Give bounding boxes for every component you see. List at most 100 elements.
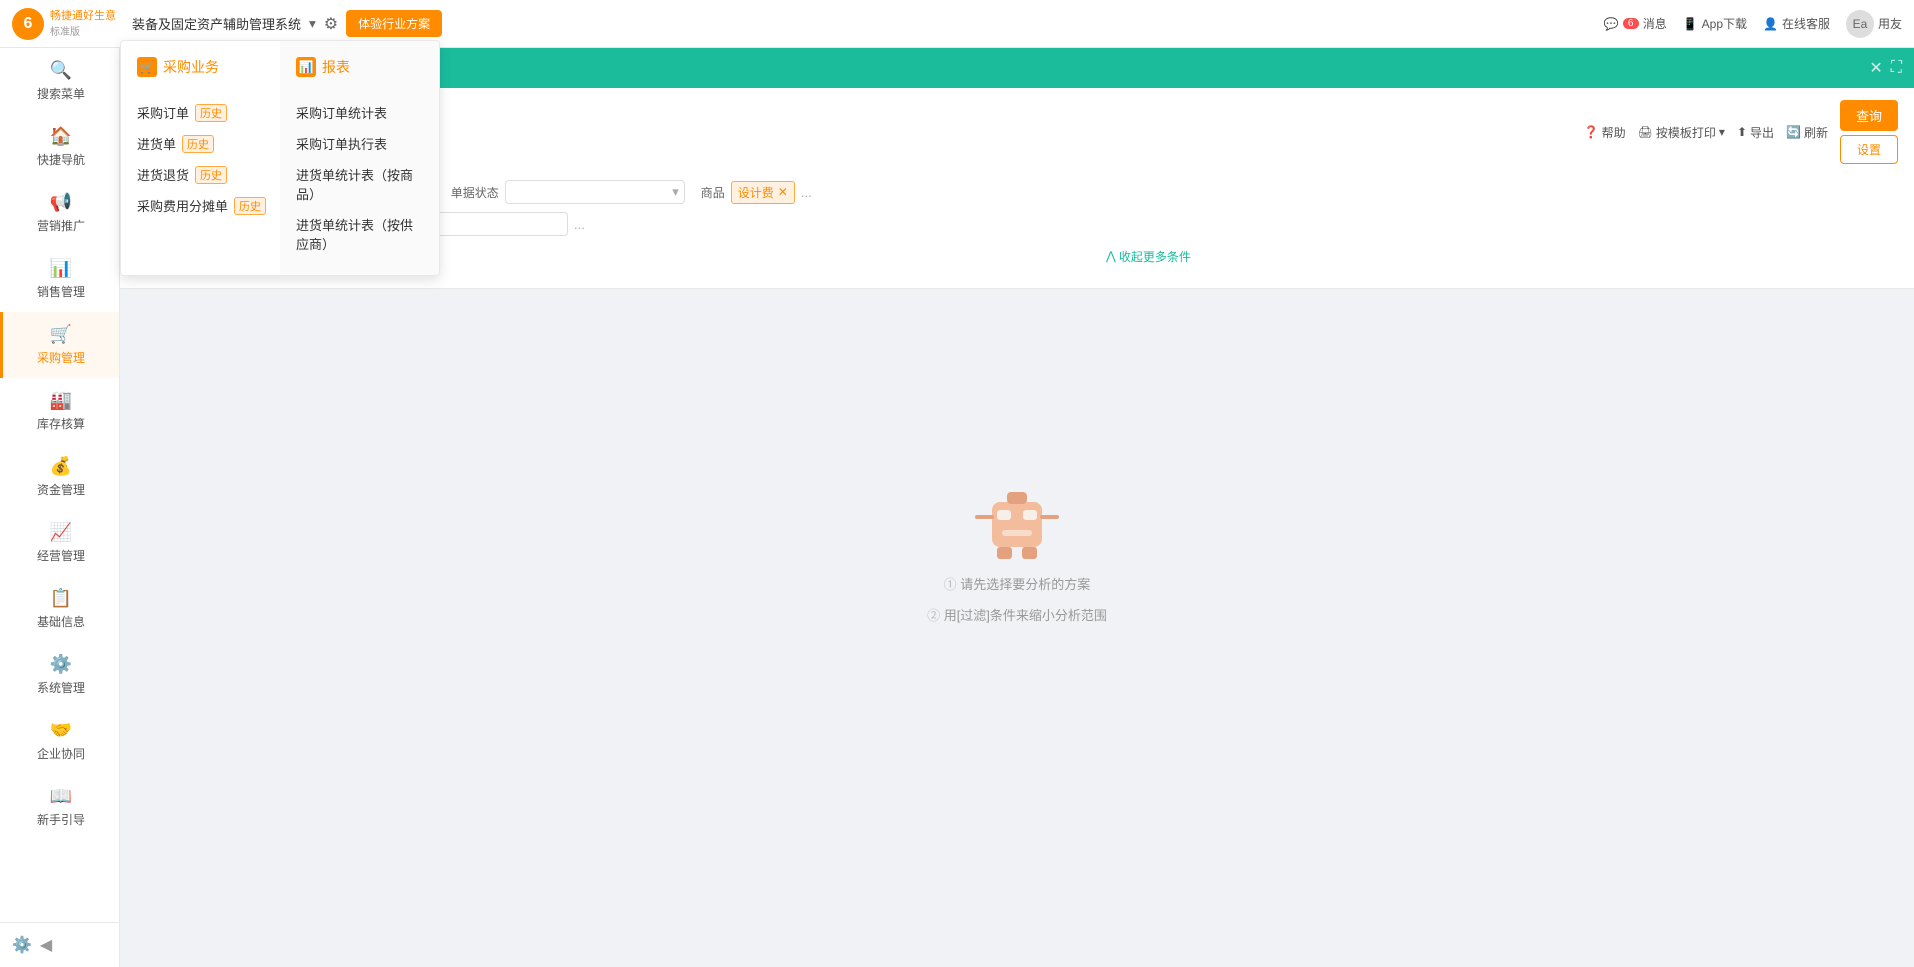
empty-state: ① 请先选择要分析的方案 ② 用[过滤]条件来缩小分析范围: [120, 289, 1914, 816]
purchase-expense-label: 采购费用分摊单: [137, 196, 228, 215]
sidebar-item-marketing[interactable]: 📢 营销推广: [0, 180, 119, 246]
staff-dots[interactable]: ...: [574, 217, 585, 232]
sidebar-item-guide[interactable]: 📖 新手引导: [0, 774, 119, 840]
goods-report-supplier-label: 进货单统计表（按供应商）: [296, 215, 423, 253]
dropdown-goods-report-by-supplier[interactable]: 进货单统计表（按供应商）: [296, 209, 423, 259]
goods-return-label: 进货退货: [137, 165, 189, 184]
sidebar-item-basic[interactable]: 📋 基础信息: [0, 576, 119, 642]
header-right: 💬 6 消息 📱 App下载 👤 在线客服 Ea 用友: [1604, 10, 1902, 38]
sidebar-label-cooperation: 企业协同: [37, 745, 85, 762]
online-service-btn[interactable]: 👤 在线客服: [1763, 15, 1830, 32]
refresh-icon: 🔄: [1786, 125, 1801, 139]
export-icon: ⬆: [1737, 125, 1747, 139]
goods-tag-close[interactable]: ✕: [778, 185, 788, 199]
finance-icon: 💰: [50, 456, 72, 477]
user-label: 用友: [1878, 15, 1902, 32]
dropdown-right-col: 📊 报表 采购订单统计表 采购订单执行表 进货单统计表（按商品） 进货单统计表（…: [280, 41, 439, 275]
refresh-btn[interactable]: 🔄 刷新: [1786, 124, 1828, 141]
message-icon: 💬: [1604, 17, 1619, 31]
settings-small-btn[interactable]: 设置: [1840, 135, 1898, 164]
purchase-order-exec-label: 采购订单执行表: [296, 134, 387, 153]
sidebar-label-purchase: 采购管理: [37, 349, 85, 366]
avatar: Ea: [1846, 10, 1874, 38]
header-center: 装备及固定资产辅助管理系统 ▾ ⚙ 体验行业方案: [132, 10, 1604, 37]
query-btn[interactable]: 查询: [1840, 100, 1898, 131]
online-service-label: 在线客服: [1782, 15, 1830, 32]
report-col-icon: 📊: [296, 57, 316, 77]
sidebar: 🔍 搜索菜单 🏠 快捷导航 📢 营销推广 📊 销售管理 🛒 采购管理 🏭 库存核…: [0, 48, 120, 967]
dropdown-goods-return[interactable]: 进货退货 历史: [137, 159, 280, 190]
collapse-icon: ⋀: [1106, 249, 1116, 263]
tab-close-window-btn[interactable]: ✕: [1869, 58, 1882, 78]
sidebar-label-search: 搜索菜单: [37, 85, 85, 102]
dropdown-purchase-order-report[interactable]: 采购订单统计表: [296, 97, 423, 128]
help-icon: ❓: [1584, 125, 1599, 139]
voucher-status-label: 单据状态: [451, 184, 499, 201]
purchase-dropdown-menu: 🛒 采购业务 采购订单 历史 进货单 历史 进货退货 历史 采购费用分摊单 历史: [120, 40, 440, 276]
sidebar-item-cooperation[interactable]: 🤝 企业协同: [0, 708, 119, 774]
refresh-label: 刷新: [1804, 124, 1828, 141]
robot-svg: [967, 482, 1067, 562]
sidebar-item-search[interactable]: 🔍 搜索菜单: [0, 48, 119, 114]
purchase-col-icon: 🛒: [137, 57, 157, 77]
empty-hint1: ① 请先选择要分析的方案: [944, 574, 1091, 593]
sidebar-label-guide: 新手引导: [37, 811, 85, 828]
message-btn[interactable]: 💬 6 消息: [1604, 15, 1667, 32]
help-label: 帮助: [1602, 124, 1626, 141]
basic-icon: 📋: [50, 588, 72, 609]
dropdown-purchase-order-exec-report[interactable]: 采购订单执行表: [296, 128, 423, 159]
report-col-title: 报表: [322, 57, 350, 77]
sidebar-item-finance[interactable]: 💰 资金管理: [0, 444, 119, 510]
dropdown-grid: 🛒 采购业务 采购订单 历史 进货单 历史 进货退货 历史 采购费用分摊单 历史: [137, 57, 423, 259]
help-btn[interactable]: ❓ 帮助: [1584, 124, 1626, 141]
print-label: 按模板打印: [1656, 124, 1716, 141]
dropdown-purchase-order[interactable]: 采购订单 历史: [137, 97, 280, 128]
sidebar-item-nav[interactable]: 🏠 快捷导航: [0, 114, 119, 180]
cooperation-icon: 🤝: [50, 720, 72, 741]
sidebar-collapse-btn[interactable]: ◀: [40, 935, 52, 955]
goods-report-product-label: 进货单统计表（按商品）: [296, 165, 423, 203]
sales-icon: 📊: [50, 258, 72, 279]
sidebar-item-system[interactable]: ⚙️ 系统管理: [0, 642, 119, 708]
system-dropdown-btn[interactable]: ▾: [309, 16, 316, 32]
industry-btn[interactable]: 体验行业方案: [346, 10, 442, 37]
system-name: 装备及固定资产辅助管理系统: [132, 14, 301, 33]
purchase-icon: 🛒: [50, 324, 72, 345]
voucher-status-select[interactable]: [505, 180, 685, 204]
print-btn[interactable]: 🖨 按模板打印 ▾: [1638, 124, 1725, 141]
goods-dots[interactable]: ...: [801, 185, 812, 200]
sidebar-item-operations[interactable]: 📈 经营管理: [0, 510, 119, 576]
purchase-col-title: 采购业务: [163, 57, 219, 77]
dropdown-purchase-expense[interactable]: 采购费用分摊单 历史: [137, 190, 280, 221]
goods-tag-text: 设计费: [738, 184, 774, 201]
dropdown-goods-receipt[interactable]: 进货单 历史: [137, 128, 280, 159]
sidebar-item-inventory[interactable]: 🏭 库存核算: [0, 378, 119, 444]
sidebar-item-sales[interactable]: 📊 销售管理: [0, 246, 119, 312]
print-icon: 🖨: [1638, 125, 1653, 139]
export-btn[interactable]: ⬆ 导出: [1737, 124, 1774, 141]
goods-receipt-label: 进货单: [137, 134, 176, 153]
filter-voucher-status: 单据状态 ▾: [451, 180, 685, 204]
sidebar-bottom: ⚙️ ◀: [0, 922, 119, 967]
app-download-label: App下载: [1702, 15, 1747, 32]
app-download-btn[interactable]: 📱 App下载: [1683, 15, 1747, 32]
collapse-btn[interactable]: ⋀ 收起更多条件: [1106, 248, 1191, 265]
logo-area: 6 畅捷通好生意 标准版: [12, 8, 132, 40]
service-icon: 👤: [1763, 17, 1778, 31]
logo-sub: 标准版: [50, 23, 116, 38]
sidebar-label-basic: 基础信息: [37, 613, 85, 630]
history-badge-2: 历史: [195, 166, 227, 184]
tab-maximize-btn[interactable]: ⛶: [1891, 59, 1902, 77]
empty-hint1-text: 请先选择要分析的方案: [960, 577, 1090, 592]
export-label: 导出: [1750, 124, 1774, 141]
user-btn[interactable]: Ea 用友: [1846, 10, 1902, 38]
inventory-icon: 🏭: [50, 390, 72, 411]
empty-illustration: [967, 482, 1067, 562]
dropdown-goods-report-by-product[interactable]: 进货单统计表（按商品）: [296, 159, 423, 209]
history-badge-1: 历史: [182, 135, 214, 153]
sidebar-item-purchase[interactable]: 🛒 采购管理: [0, 312, 119, 378]
sidebar-label-nav: 快捷导航: [37, 151, 85, 168]
operations-icon: 📈: [50, 522, 72, 543]
header-settings-btn[interactable]: ⚙: [324, 14, 338, 34]
sidebar-settings-btn[interactable]: ⚙️: [12, 935, 32, 955]
